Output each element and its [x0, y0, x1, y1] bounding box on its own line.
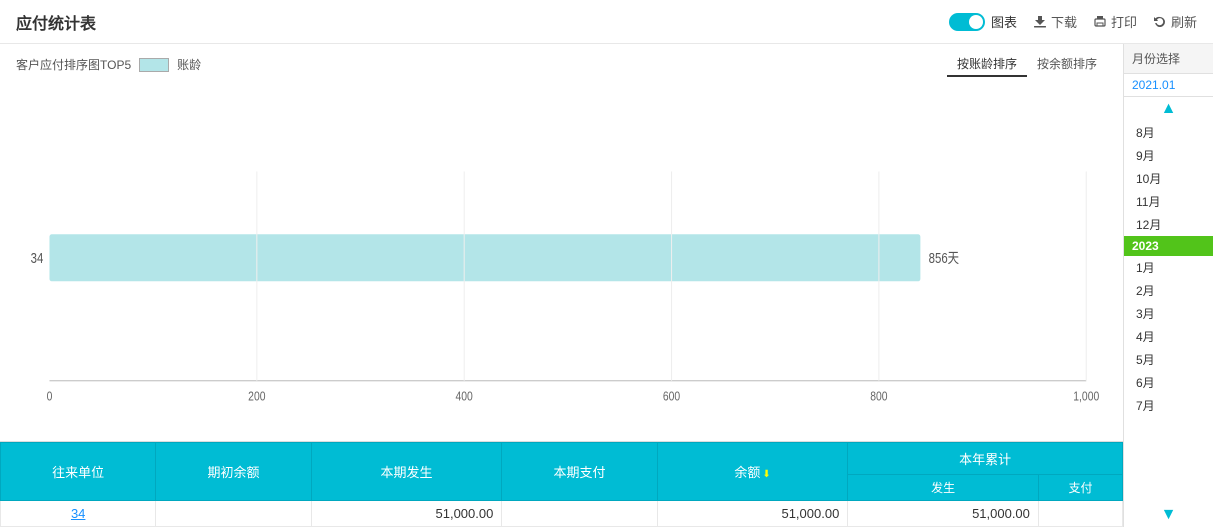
- col-occur: 本期发生: [311, 443, 502, 501]
- cell-balance: 51,000.00: [657, 501, 848, 527]
- svg-text:0: 0: [47, 388, 53, 404]
- legend-area: 客户应付排序图TOP5 账龄: [16, 56, 201, 73]
- svg-text:856天: 856天: [929, 250, 959, 267]
- month-3[interactable]: 3月: [1124, 302, 1213, 325]
- download-button[interactable]: 下载: [1033, 12, 1077, 31]
- data-table: 往来单位 期初余额 本期发生 本期支付 余额⬇ 本年累计 发生 支付: [0, 441, 1123, 527]
- chart-container: 34 856天 0 200 400 600 800 1,000: [0, 85, 1123, 441]
- legend-text: 客户应付排序图TOP5: [16, 56, 131, 73]
- col-ytd-group: 本年累计: [848, 443, 1123, 475]
- year-badge-2023: 2023: [1124, 236, 1213, 256]
- col-ytd-pay: 支付: [1038, 475, 1122, 501]
- unit-link[interactable]: 34: [71, 506, 85, 521]
- col-opening: 期初余额: [156, 443, 311, 501]
- month-7[interactable]: 7月: [1124, 394, 1213, 417]
- sidebar-down-button[interactable]: ▼: [1124, 503, 1213, 527]
- sidebar-current-date[interactable]: 2021.01: [1124, 74, 1213, 97]
- month-9[interactable]: 9月: [1124, 144, 1213, 167]
- col-pay: 本期支付: [502, 443, 657, 501]
- month-2[interactable]: 2月: [1124, 279, 1213, 302]
- sidebar-up-button[interactable]: ▲: [1124, 97, 1213, 121]
- month-1[interactable]: 1月: [1124, 256, 1213, 279]
- month-4[interactable]: 4月: [1124, 325, 1213, 348]
- bar-chart: 34 856天 0 200 400 600 800 1,000: [8, 93, 1107, 433]
- cell-pay: [502, 501, 657, 527]
- svg-text:800: 800: [870, 388, 888, 404]
- legend-box-label: 账龄: [177, 56, 201, 73]
- toggle-switch[interactable]: [949, 13, 985, 31]
- page-title: 应付统计表: [16, 10, 96, 34]
- chart-toggle[interactable]: 图表: [949, 12, 1017, 31]
- header-actions: 图表 下载 打印 刷新: [949, 12, 1197, 31]
- right-sidebar: 月份选择 2021.01 ▲ 8月 9月 10月 11月 12月 2023 1月…: [1123, 44, 1213, 527]
- sort-tab-age[interactable]: 按账龄排序: [947, 52, 1027, 77]
- svg-text:1,000: 1,000: [1073, 388, 1099, 404]
- cell-ytd-occur: 51,000.00: [848, 501, 1039, 527]
- svg-text:200: 200: [248, 388, 266, 404]
- month-12[interactable]: 12月: [1124, 213, 1213, 236]
- col-unit: 往来单位: [1, 443, 156, 501]
- chart-topbar: 客户应付排序图TOP5 账龄 按账龄排序 按余额排序: [0, 44, 1123, 85]
- cell-opening: [156, 501, 311, 527]
- month-5[interactable]: 5月: [1124, 348, 1213, 371]
- toggle-label: 图表: [991, 12, 1017, 31]
- svg-text:600: 600: [663, 388, 681, 404]
- legend-box: [139, 58, 169, 72]
- sort-tabs: 按账龄排序 按余额排序: [947, 52, 1107, 77]
- summary-table: 往来单位 期初余额 本期发生 本期支付 余额⬇ 本年累计 发生 支付: [0, 442, 1123, 527]
- month-10[interactable]: 10月: [1124, 167, 1213, 190]
- month-8[interactable]: 8月: [1124, 121, 1213, 144]
- refresh-icon: [1153, 15, 1167, 29]
- table-row: 34 51,000.00 51,000.00 51,000.00: [1, 501, 1123, 527]
- print-icon: [1093, 15, 1107, 29]
- svg-text:34: 34: [31, 250, 44, 267]
- sort-tab-balance[interactable]: 按余额排序: [1027, 52, 1107, 77]
- cell-occur: 51,000.00: [311, 501, 502, 527]
- print-button[interactable]: 打印: [1093, 12, 1137, 31]
- cell-ytd-pay: [1038, 501, 1122, 527]
- sidebar-months-list: 8月 9月 10月 11月 12月 2023 1月 2月 3月 4月 5月 6月…: [1124, 121, 1213, 503]
- month-6[interactable]: 6月: [1124, 371, 1213, 394]
- refresh-button[interactable]: 刷新: [1153, 12, 1197, 31]
- svg-text:400: 400: [456, 388, 474, 404]
- col-ytd-occur: 发生: [848, 475, 1039, 501]
- download-icon: [1033, 15, 1047, 29]
- col-balance: 余额⬇: [657, 443, 848, 501]
- month-11[interactable]: 11月: [1124, 190, 1213, 213]
- sidebar-title: 月份选择: [1124, 44, 1213, 74]
- toggle-knob: [969, 15, 983, 29]
